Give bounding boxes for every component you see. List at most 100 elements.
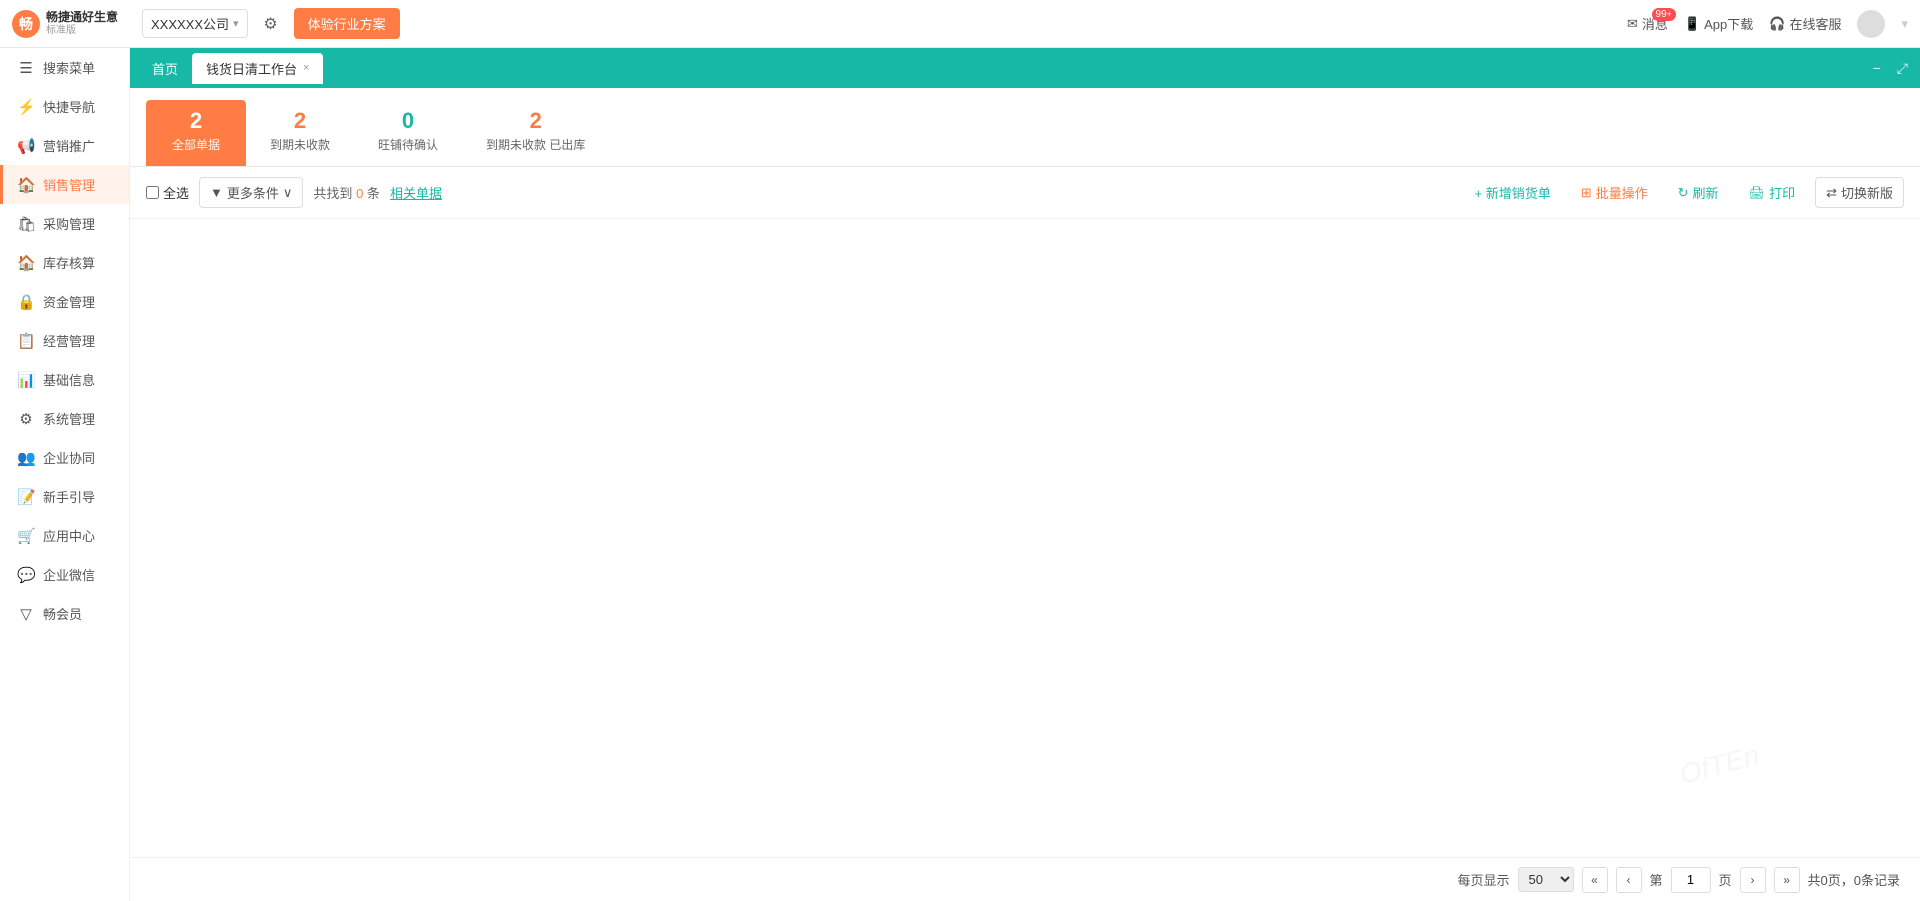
sidebar-item-label: 畅会员	[43, 604, 82, 623]
sidebar-item-member[interactable]: ▽ 畅会员	[0, 594, 129, 633]
sidebar-item-label: 库存核算	[43, 253, 95, 272]
filter-label: 更多条件	[227, 183, 279, 202]
prev-page-button[interactable]: ‹	[1616, 867, 1642, 893]
guide-icon: 📝	[17, 488, 35, 506]
sidebar-item-label: 经营管理	[43, 331, 95, 350]
company-name: XXXXXX公司	[151, 14, 229, 33]
batch-label: 批量操作	[1596, 183, 1648, 202]
logo-title: 畅捷通好生意	[46, 10, 118, 24]
refresh-label: 刷新	[1693, 183, 1719, 202]
batch-button[interactable]: ⊞ 批量操作	[1571, 178, 1658, 207]
user-avatar[interactable]	[1857, 10, 1885, 38]
sidebar: ☰ 搜索菜单 ⚡ 快捷导航 📢 营销推广 🏠 销售管理 🛍 采购管理 🏠 库存核…	[0, 48, 130, 901]
filter-icon: ▼	[210, 185, 223, 200]
app-center-icon: 🛒	[17, 527, 35, 545]
sidebar-item-search-menu[interactable]: ☰ 搜索菜单	[0, 48, 129, 87]
tab-maximize-button[interactable]: ⤢	[1893, 56, 1912, 81]
quick-nav-icon: ⚡	[17, 98, 35, 116]
sidebar-item-system[interactable]: ⚙ 系统管理	[0, 399, 129, 438]
stat-tab-all[interactable]: 2 全部单据	[146, 100, 246, 166]
sidebar-item-sales[interactable]: 🏠 销售管理	[0, 165, 129, 204]
user-name[interactable]: ▾	[1901, 16, 1908, 32]
sidebar-item-guide[interactable]: 📝 新手引导	[0, 477, 129, 516]
found-count: 0	[356, 186, 363, 201]
sidebar-item-operations[interactable]: 📋 经营管理	[0, 321, 129, 360]
stat-label-all: 全部单据	[172, 136, 220, 153]
tab-home-label: 首页	[152, 59, 178, 78]
operations-icon: 📋	[17, 332, 35, 350]
sidebar-item-label: 资金管理	[43, 292, 95, 311]
select-all-checkbox[interactable]: 全选	[146, 183, 189, 202]
print-icon: 🖨	[1749, 185, 1766, 201]
last-page-button[interactable]: »	[1774, 867, 1800, 893]
sidebar-item-label: 企业协同	[43, 448, 95, 467]
total-info: 共0页，0条记录	[1808, 870, 1900, 889]
logo-text: 畅捷通好生意 标准版	[46, 10, 118, 36]
tab-cash-goods[interactable]: 钱货日清工作台 ×	[192, 53, 323, 84]
headset-icon: 🎧	[1769, 16, 1785, 32]
switch-label: 切换新版	[1841, 183, 1893, 202]
sidebar-item-label: 销售管理	[43, 175, 95, 194]
filter-button[interactable]: ▼ 更多条件 ∨	[199, 177, 303, 208]
sidebar-item-enterprise[interactable]: 👥 企业协同	[0, 438, 129, 477]
tab-home[interactable]: 首页	[138, 53, 192, 84]
found-text: 共找到 0 条	[313, 183, 380, 202]
sidebar-item-app-center[interactable]: 🛒 应用中心	[0, 516, 129, 555]
chevron-down-icon: ▾	[233, 17, 239, 30]
marketing-icon: 📢	[17, 137, 35, 155]
page-suffix: 页	[1719, 870, 1732, 889]
sidebar-item-label: 基础信息	[43, 370, 95, 389]
sidebar-item-label: 新手引导	[43, 487, 95, 506]
app-download-button[interactable]: 📱 App下载	[1684, 14, 1753, 33]
select-all-input[interactable]	[146, 186, 159, 199]
page-input[interactable]	[1671, 867, 1711, 893]
company-selector[interactable]: XXXXXX公司 ▾	[142, 9, 248, 38]
system-icon: ⚙	[17, 410, 35, 428]
print-button[interactable]: 🖨 打印	[1739, 178, 1806, 207]
sidebar-item-label: 搜索菜单	[43, 58, 95, 77]
print-label: 打印	[1769, 183, 1795, 202]
stat-tab-pending[interactable]: 0 旺铺待确认	[354, 100, 462, 166]
sidebar-item-basic-info[interactable]: 📊 基础信息	[0, 360, 129, 399]
messages-button[interactable]: ✉ 消息 99+	[1627, 14, 1668, 33]
trial-button[interactable]: 体验行业方案	[294, 8, 400, 39]
select-all-label: 全选	[163, 183, 189, 202]
first-page-button[interactable]: «	[1582, 867, 1608, 893]
sidebar-item-inventory[interactable]: 🏠 库存核算	[0, 243, 129, 282]
online-service-label: 在线客服	[1789, 14, 1841, 33]
tab-minimize-button[interactable]: −	[1869, 56, 1885, 81]
stat-tab-overdue-out[interactable]: 2 到期未收款 已出库	[462, 100, 609, 166]
add-new-button[interactable]: + 新增销货单	[1464, 178, 1560, 207]
next-page-button[interactable]: ›	[1740, 867, 1766, 893]
related-link[interactable]: 相关单据	[390, 183, 442, 202]
sidebar-item-wechat-work[interactable]: 💬 企业微信	[0, 555, 129, 594]
switch-version-button[interactable]: ⇄ 切换新版	[1815, 177, 1904, 208]
sidebar-item-marketing[interactable]: 📢 营销推广	[0, 126, 129, 165]
tab-cash-goods-label: 钱货日清工作台	[206, 59, 297, 78]
stat-label-pending: 旺铺待确认	[378, 136, 438, 153]
app-download-icon: 📱	[1684, 16, 1700, 32]
header-right: ✉ 消息 99+ 📱 App下载 🎧 在线客服 ▾	[1627, 10, 1908, 38]
sidebar-item-purchase[interactable]: 🛍 采购管理	[0, 204, 129, 243]
refresh-icon: ↻	[1678, 185, 1689, 201]
content-inner: 2 全部单据 2 到期未收款 0 旺铺待确认 2 到期未收款 已出库 全选	[130, 88, 1920, 901]
wechat-work-icon: 💬	[17, 566, 35, 584]
message-icon: ✉	[1627, 16, 1638, 32]
sidebar-item-label: 应用中心	[43, 526, 95, 545]
settings-button[interactable]: ⚙	[256, 9, 286, 39]
sidebar-item-label: 系统管理	[43, 409, 95, 428]
logo-sub: 标准版	[46, 25, 118, 37]
main-content: 2 全部单据 2 到期未收款 0 旺铺待确认 2 到期未收款 已出库 全选	[130, 88, 1920, 901]
stats-tabs: 2 全部单据 2 到期未收款 0 旺铺待确认 2 到期未收款 已出库	[130, 88, 1920, 167]
toolbar-right: + 新增销货单 ⊞ 批量操作 ↻ 刷新 🖨 打印 ⇄ 切换新版	[1464, 177, 1904, 208]
logo-icon: 畅	[12, 10, 40, 38]
sidebar-item-quick-nav[interactable]: ⚡ 快捷导航	[0, 87, 129, 126]
stat-count-all: 2	[190, 108, 202, 134]
tab-close-icon[interactable]: ×	[303, 62, 309, 74]
sidebar-item-finance[interactable]: 🔒 资金管理	[0, 282, 129, 321]
online-service-button[interactable]: 🎧 在线客服	[1769, 14, 1841, 33]
page-size-select[interactable]: 50 100	[1518, 867, 1574, 892]
refresh-button[interactable]: ↻ 刷新	[1668, 178, 1729, 207]
member-icon: ▽	[17, 605, 35, 623]
stat-tab-overdue[interactable]: 2 到期未收款	[246, 100, 354, 166]
